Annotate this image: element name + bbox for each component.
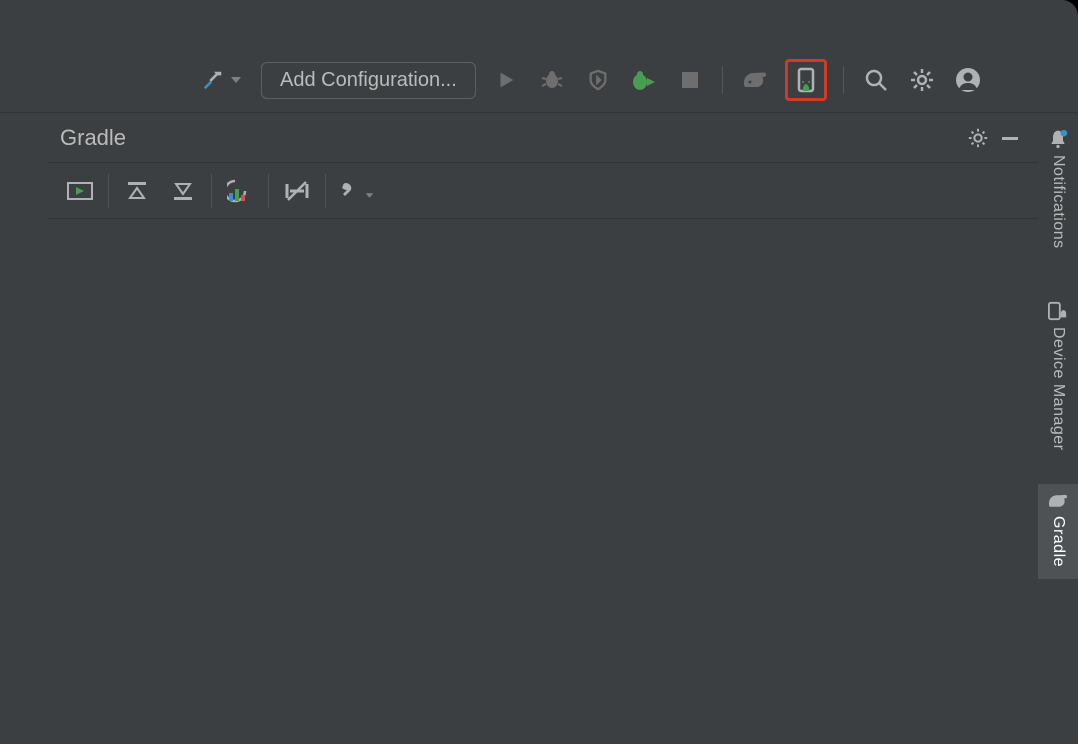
gear-icon	[967, 127, 989, 149]
minimize-icon	[1000, 128, 1020, 148]
panel-minimize-button[interactable]	[994, 122, 1026, 154]
panel-title: Gradle	[60, 125, 126, 151]
collapse-all-button[interactable]	[167, 175, 199, 207]
panel-settings-button[interactable]	[962, 122, 994, 154]
coverage-shield-icon	[587, 68, 609, 92]
add-configuration-button[interactable]: Add Configuration...	[261, 62, 476, 99]
notifications-tab[interactable]: Notifications	[1038, 121, 1078, 261]
profiler-button[interactable]	[628, 64, 660, 96]
profiler-icon	[631, 68, 657, 92]
gradle-sync-icon	[742, 69, 768, 91]
task-settings-icon	[339, 180, 363, 202]
gradle-toolbar	[48, 163, 1038, 219]
gradle-elephant-icon	[1047, 492, 1069, 510]
gradle-sync-button[interactable]	[739, 64, 771, 96]
analyzer-button[interactable]	[224, 175, 256, 207]
toolbar-separator	[108, 174, 109, 208]
notifications-label: Notifications	[1049, 155, 1067, 249]
gradle-label: Gradle	[1049, 516, 1067, 567]
running-devices-button[interactable]	[790, 64, 822, 96]
run-button[interactable]	[490, 64, 522, 96]
stop-button[interactable]	[674, 64, 706, 96]
settings-button[interactable]	[906, 64, 938, 96]
execute-task-button[interactable]	[64, 175, 96, 207]
collapse-all-icon	[172, 180, 194, 202]
panel-header: Gradle	[48, 113, 1038, 163]
coverage-button[interactable]	[582, 64, 614, 96]
toolbar-separator	[843, 66, 844, 94]
debug-bug-icon	[540, 68, 564, 92]
analyzer-icon	[227, 179, 253, 203]
dropdown-triangle-icon	[365, 192, 374, 199]
main-toolbar: Add Configuration...	[0, 0, 1078, 112]
toggle-offline-icon	[284, 180, 310, 202]
right-tool-strip: Notifications Device Manager Gradle	[1038, 112, 1078, 744]
settings-gear-icon	[910, 68, 934, 92]
expand-all-icon	[126, 180, 148, 202]
toolbar-separator	[325, 174, 326, 208]
toolbar-separator	[268, 174, 269, 208]
account-button[interactable]	[952, 64, 984, 96]
task-settings-button[interactable]	[338, 175, 374, 207]
device-manager-icon	[1047, 301, 1069, 321]
stop-icon	[680, 70, 700, 90]
build-hammer-icon	[202, 69, 224, 91]
execute-task-icon	[67, 180, 93, 202]
gradle-tab[interactable]: Gradle	[1038, 484, 1078, 579]
gradle-tool-window: Gradle	[48, 112, 1038, 744]
bell-icon	[1048, 129, 1068, 149]
dropdown-triangle-icon	[230, 76, 242, 84]
search-button[interactable]	[860, 64, 892, 96]
running-devices-icon	[794, 67, 818, 93]
expand-all-button[interactable]	[121, 175, 153, 207]
gradle-tree-area[interactable]	[48, 219, 1038, 744]
running-devices-highlight	[785, 59, 827, 101]
offline-mode-button[interactable]	[281, 175, 313, 207]
debug-button[interactable]	[536, 64, 568, 96]
account-icon	[955, 67, 981, 93]
build-button[interactable]	[197, 64, 247, 96]
search-icon	[864, 68, 888, 92]
run-play-icon	[495, 69, 517, 91]
toolbar-separator	[211, 174, 212, 208]
toolbar-separator	[722, 66, 723, 94]
device-manager-tab[interactable]: Device Manager	[1038, 293, 1078, 463]
device-manager-label: Device Manager	[1049, 327, 1067, 451]
left-tool-strip	[0, 112, 48, 744]
